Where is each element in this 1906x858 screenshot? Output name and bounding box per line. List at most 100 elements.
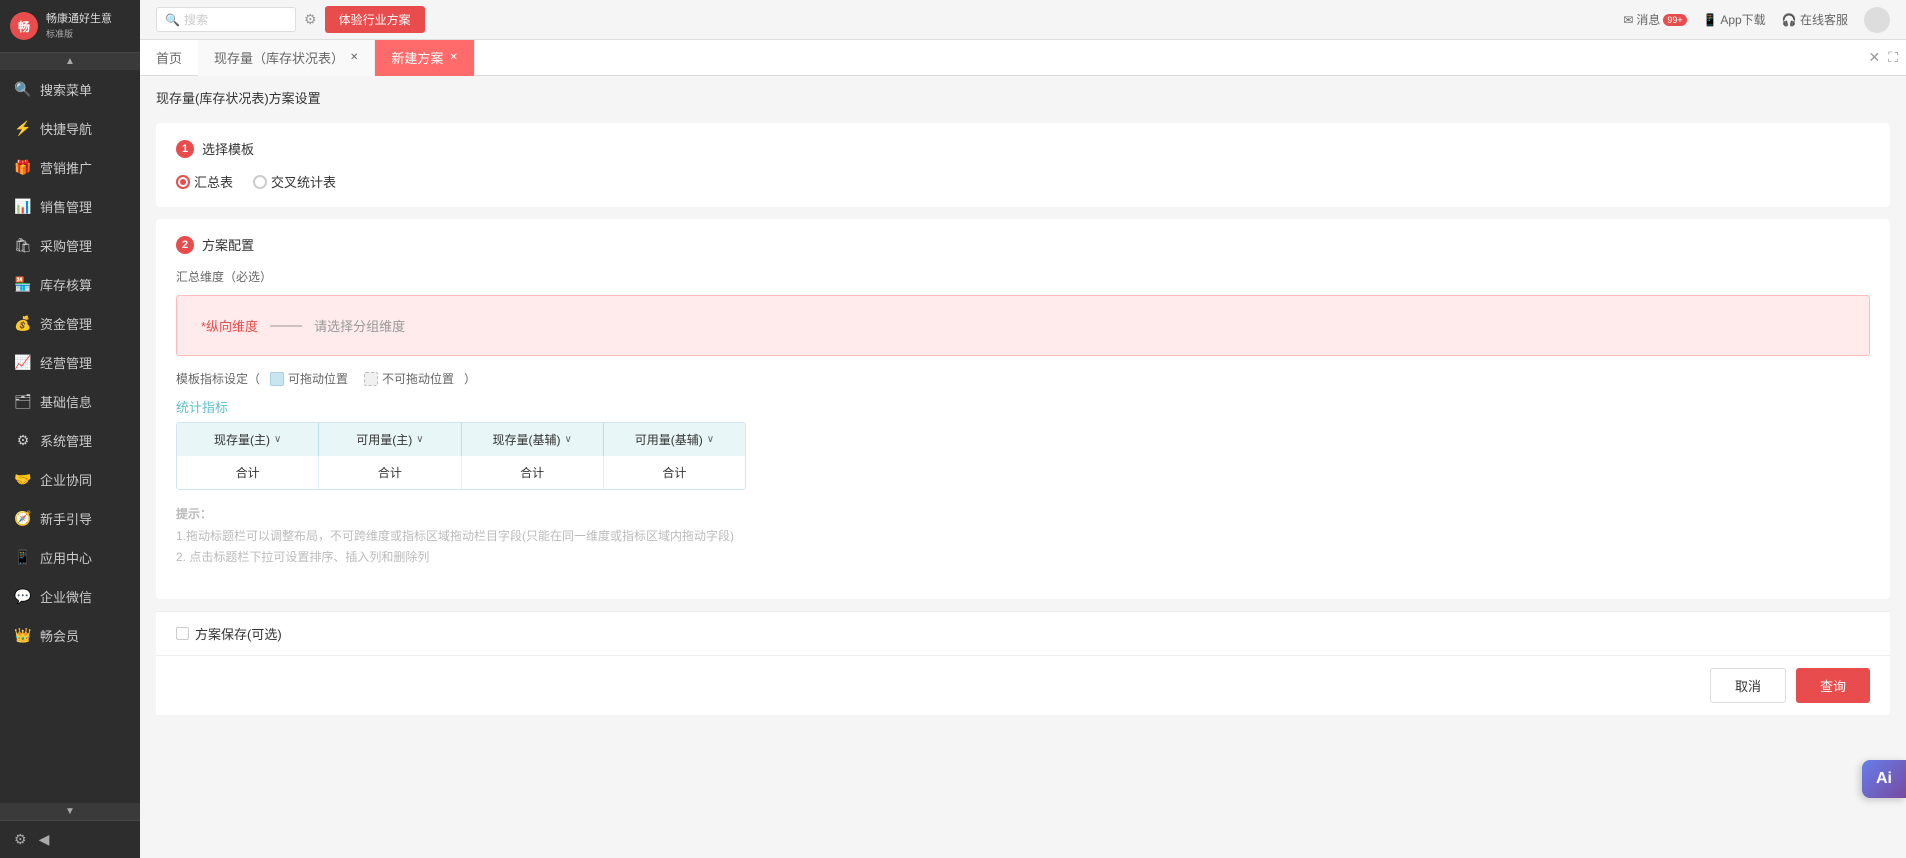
cooperation-icon: 🤝 xyxy=(14,471,32,489)
sidebar-item-search[interactable]: 🔍 搜索菜单 xyxy=(0,70,140,109)
stats-col-1-chevron[interactable]: ∨ xyxy=(416,434,423,445)
sidebar-scroll-down[interactable]: ▼ xyxy=(0,803,140,820)
topbar: 🔍 搜索 ⚙ 体验行业方案 ✉ 消息 99+ 📱 App下载 🎧 在线客服 xyxy=(140,0,1906,40)
logo-text-group: 畅康通好生意 标准版 xyxy=(46,12,112,39)
topbar-left: 🔍 搜索 ⚙ 体验行业方案 xyxy=(156,6,1611,33)
sidebar-item-base-info[interactable]: 🗂 基础信息 xyxy=(0,382,140,421)
sidebar-item-operation[interactable]: 📈 经营管理 xyxy=(0,343,140,382)
stats-table: 现存量(主) ∨ 可用量(主) ∨ 现存量(基辅) ∨ 可用量(基辅) xyxy=(176,422,746,490)
sidebar-item-finance[interactable]: 💰 资金管理 xyxy=(0,304,140,343)
sidebar-item-newbie[interactable]: 🧭 新手引导 xyxy=(0,499,140,538)
stats-col-0[interactable]: 现存量(主) ∨ xyxy=(177,423,319,456)
dimension-arrow: —— xyxy=(270,317,302,335)
action-bar: 取消 查询 xyxy=(156,655,1890,715)
tab-inventory-status[interactable]: 现存量（库存状况表） ✕ xyxy=(198,40,375,76)
stats-col-2[interactable]: 现存量(基辅) ∨ xyxy=(462,423,604,456)
stats-title: 统计指标 xyxy=(176,397,1870,416)
tab-inventory-label: 现存量（库存状况表） xyxy=(214,48,344,67)
stats-col-2-chevron[interactable]: ∨ xyxy=(564,434,571,445)
sidebar-scroll-up[interactable]: ▲ xyxy=(0,53,140,70)
message-button[interactable]: ✉ 消息 99+ xyxy=(1623,11,1686,28)
sidebar-item-sales[interactable]: 📊 销售管理 xyxy=(0,187,140,226)
tab-expand-icon[interactable]: ⛶ xyxy=(1888,49,1898,66)
trial-button[interactable]: 体验行业方案 xyxy=(325,6,425,33)
dimension-placeholder: 请选择分组维度 xyxy=(314,316,405,335)
content-area: 现存量(库存状况表)方案设置 1 选择模板 汇总表 交叉统计表 2 xyxy=(140,76,1906,858)
sidebar-collapse-icon[interactable]: ◀ xyxy=(39,831,50,848)
save-checkbox[interactable] xyxy=(176,627,189,640)
tab-new-scheme[interactable]: 新建方案 ✕ xyxy=(375,40,474,76)
tab-new-scheme-label: 新建方案 xyxy=(391,48,443,67)
sidebar-item-system[interactable]: ⚙ 系统管理 xyxy=(0,421,140,460)
sidebar-item-marketing[interactable]: 🎁 营销推广 xyxy=(0,148,140,187)
sidebar-item-label: 新手引导 xyxy=(40,509,92,528)
stats-body-3: 合计 xyxy=(604,456,745,489)
sidebar-item-apps[interactable]: 📱 应用中心 xyxy=(0,538,140,577)
legend-fixed: 不可拖动位置 xyxy=(364,370,454,387)
user-avatar[interactable] xyxy=(1864,7,1890,33)
page-title: 现存量(库存状况表)方案设置 xyxy=(156,88,1890,107)
sidebar-settings-icon[interactable]: ⚙ xyxy=(14,831,27,848)
step2-header: 2 方案配置 xyxy=(176,235,1870,254)
stats-body-1: 合计 xyxy=(319,456,461,489)
step1-section: 1 选择模板 汇总表 交叉统计表 xyxy=(156,123,1890,207)
newbie-icon: 🧭 xyxy=(14,510,32,528)
sidebar-item-label: 销售管理 xyxy=(40,197,92,216)
sidebar-item-quick-nav[interactable]: ⚡ 快捷导航 xyxy=(0,109,140,148)
tip-item-1: 2. 点击标题栏下拉可设置排序、插入列和删除列 xyxy=(176,547,1870,569)
app-download-label: App下载 xyxy=(1720,13,1765,27)
tab-inventory-close-icon[interactable]: ✕ xyxy=(350,52,358,63)
topbar-gear-icon[interactable]: ⚙ xyxy=(304,11,317,28)
wechat-icon: 💬 xyxy=(14,588,32,606)
topbar-search-text: 搜索 xyxy=(184,11,208,28)
tab-home[interactable]: 首页 xyxy=(140,40,198,76)
radio-cross-label: 交叉统计表 xyxy=(271,172,336,191)
legend-draggable-box xyxy=(270,372,284,386)
sales-icon: 📊 xyxy=(14,198,32,216)
query-button[interactable]: 查询 xyxy=(1796,668,1870,703)
sidebar-nav: 🔍 搜索菜单 ⚡ 快捷导航 🎁 营销推广 📊 销售管理 🛍 采购管理 🏪 库存核… xyxy=(0,70,140,803)
stats-table-header: 现存量(主) ∨ 可用量(主) ∨ 现存量(基辅) ∨ 可用量(基辅) xyxy=(177,423,745,456)
step2-number: 2 xyxy=(176,236,194,254)
tab-new-scheme-close-icon[interactable]: ✕ xyxy=(449,52,457,63)
radio-cross-dot xyxy=(253,175,267,189)
stats-col-3[interactable]: 可用量(基辅) ∨ xyxy=(604,423,745,456)
sidebar-item-label: 企业协同 xyxy=(40,470,92,489)
stats-col-1-label: 可用量(主) xyxy=(356,431,412,448)
sidebar-item-purchase[interactable]: 🛍 采购管理 xyxy=(0,226,140,265)
online-service-button[interactable]: 🎧 在线客服 xyxy=(1782,11,1848,28)
tab-close-all-icon[interactable]: ✕ xyxy=(1868,49,1880,66)
stats-col-3-chevron[interactable]: ∨ xyxy=(707,434,714,445)
finance-icon: 💰 xyxy=(14,315,32,333)
base-info-icon: 🗂 xyxy=(14,393,32,411)
ai-badge[interactable]: Ai xyxy=(1862,760,1906,798)
sidebar-item-member[interactable]: 👑 畅会员 xyxy=(0,616,140,655)
step2-section: 2 方案配置 汇总维度（必选） *纵向维度 —— 请选择分组维度 模板指标设定（… xyxy=(156,219,1890,599)
system-icon: ⚙ xyxy=(14,432,32,450)
app-name: 畅康通好生意 xyxy=(46,12,112,26)
template-radio-group: 汇总表 交叉统计表 xyxy=(176,172,1870,191)
radio-cross[interactable]: 交叉统计表 xyxy=(253,172,336,191)
cancel-button[interactable]: 取消 xyxy=(1710,668,1786,703)
dimension-required-label: *纵向维度 xyxy=(201,316,258,335)
apps-icon: 📱 xyxy=(14,549,32,567)
tip-item-0: 1.拖动标题栏可以调整布局，不可跨维度或指标区域拖动栏目字段(只能在同一维度或指… xyxy=(176,526,1870,548)
sidebar-item-cooperation[interactable]: 🤝 企业协同 xyxy=(0,460,140,499)
app-download-button[interactable]: 📱 App下载 xyxy=(1703,11,1766,28)
metrics-label: 模板指标设定（ xyxy=(176,370,260,387)
sidebar-item-label: 应用中心 xyxy=(40,548,92,567)
stats-col-1[interactable]: 可用量(主) ∨ xyxy=(319,423,461,456)
dimension-selector[interactable]: *纵向维度 —— 请选择分组维度 xyxy=(176,295,1870,356)
stats-col-0-label: 现存量(主) xyxy=(214,431,270,448)
radio-summary[interactable]: 汇总表 xyxy=(176,172,233,191)
tabs-bar: 首页 现存量（库存状况表） ✕ 新建方案 ✕ ✕ ⛶ xyxy=(140,40,1906,76)
sidebar-item-wechat[interactable]: 💬 企业微信 xyxy=(0,577,140,616)
sidebar-item-inventory[interactable]: 🏪 库存核算 xyxy=(0,265,140,304)
online-service-label: 在线客服 xyxy=(1800,13,1848,27)
stats-section: 统计指标 现存量(主) ∨ 可用量(主) ∨ 现存量(基辅) xyxy=(176,397,1870,490)
inventory-icon: 🏪 xyxy=(14,276,32,294)
metrics-header: 模板指标设定（ 可拖动位置 不可拖动位置 ） xyxy=(176,370,1870,387)
stats-col-0-chevron[interactable]: ∨ xyxy=(274,434,281,445)
save-checkbox-item[interactable]: 方案保存(可选) xyxy=(176,624,282,643)
stats-col-2-label: 现存量(基辅) xyxy=(492,431,560,448)
